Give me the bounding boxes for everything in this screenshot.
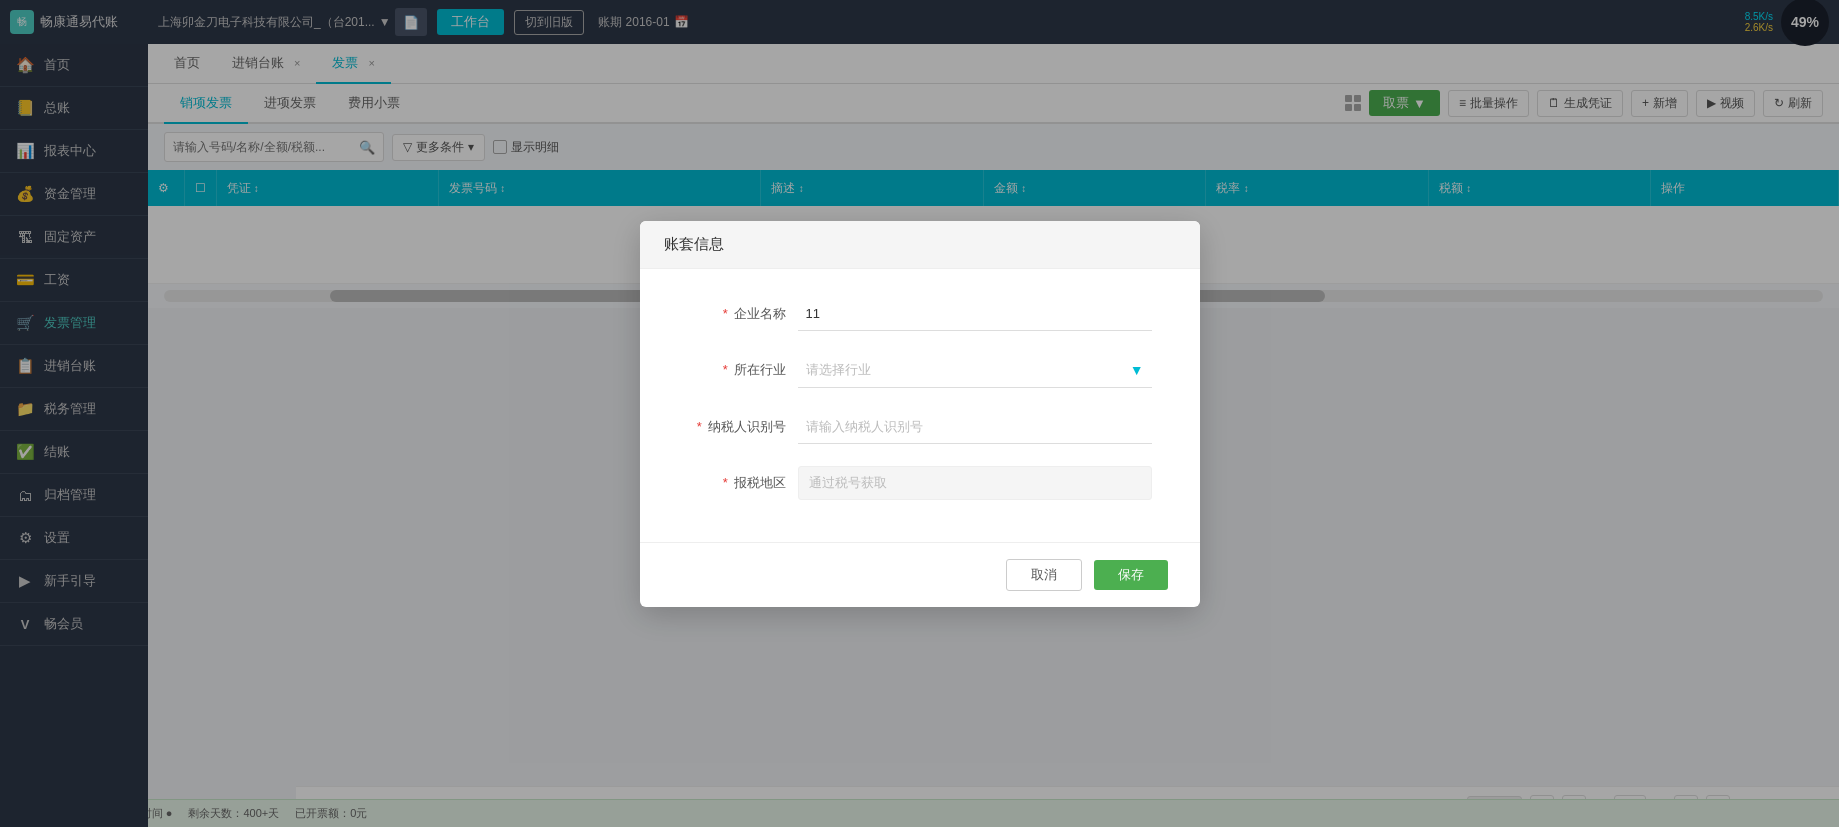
tax-id-label: * 纳税人识别号 [688,418,798,436]
modal-footer: 取消 保存 [640,542,1200,607]
company-name-input[interactable] [798,297,1152,331]
industry-dropdown-icon: ▼ [1130,362,1144,378]
industry-wrapper: 请选择行业 ▼ [798,353,1152,388]
cancel-button[interactable]: 取消 [1006,559,1082,591]
form-row-company: * 企业名称 [688,297,1152,331]
tax-region-label: * 报税地区 [688,474,798,492]
modal-overlay: 账套信息 * 企业名称 * 所在行业 请选择行业 [0,0,1839,827]
tax-region-placeholder: 通过税号获取 [809,474,887,492]
modal-box: 账套信息 * 企业名称 * 所在行业 请选择行业 [640,221,1200,607]
industry-placeholder: 请选择行业 [806,361,871,379]
industry-label: * 所在行业 [688,361,798,379]
form-row-tax-id: * 纳税人识别号 [688,410,1152,444]
company-name-label: * 企业名称 [688,305,798,323]
modal-header: 账套信息 [640,221,1200,269]
form-row-tax-region: * 报税地区 通过税号获取 [688,466,1152,500]
tax-id-input[interactable] [798,410,1152,444]
modal-title: 账套信息 [664,235,724,252]
industry-select[interactable]: 请选择行业 ▼ [798,353,1152,387]
required-star: * [723,362,728,377]
save-button[interactable]: 保存 [1094,560,1168,590]
tax-region-input: 通过税号获取 [798,466,1152,500]
required-star: * [697,419,702,434]
required-star: * [723,306,728,321]
form-row-industry: * 所在行业 请选择行业 ▼ [688,353,1152,388]
modal-body: * 企业名称 * 所在行业 请选择行业 ▼ [640,269,1200,542]
required-star: * [723,475,728,490]
